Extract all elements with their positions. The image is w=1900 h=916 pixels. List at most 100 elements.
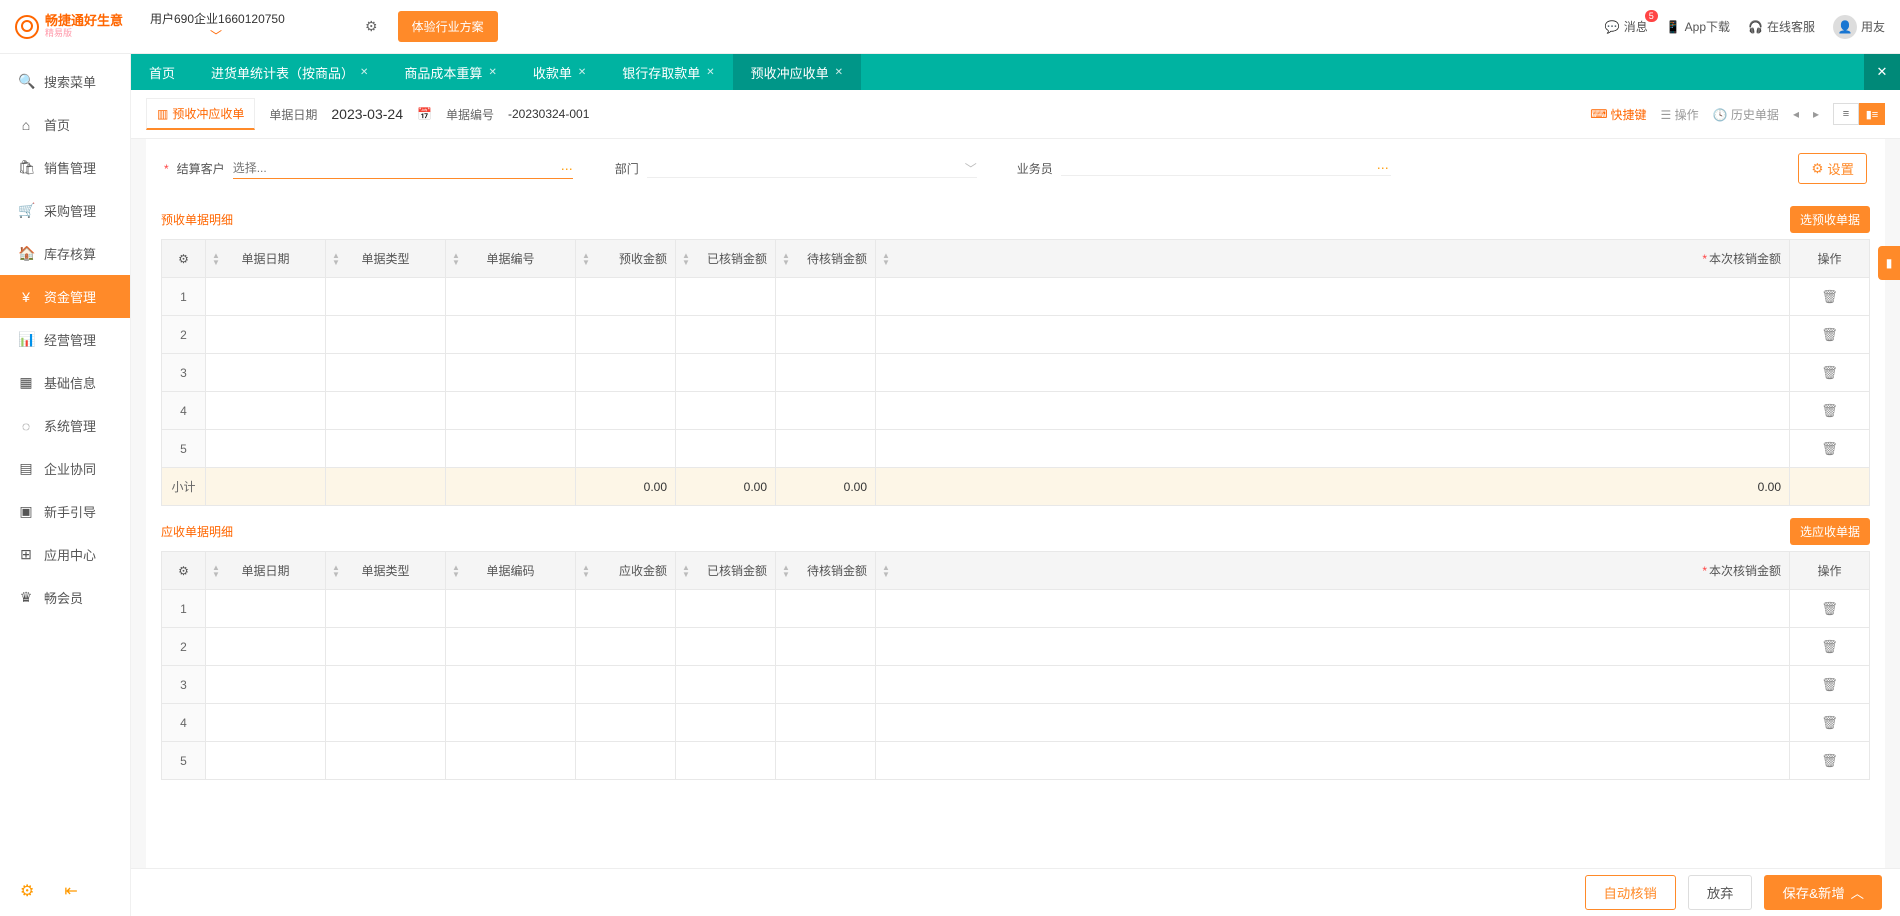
table-row[interactable]: 1🗑 bbox=[162, 278, 1870, 316]
support-link[interactable]: 🎧 在线客服 bbox=[1748, 18, 1815, 35]
delete-icon[interactable]: 🗑 bbox=[1821, 365, 1838, 380]
settings-icon[interactable]: ⚙ bbox=[365, 18, 378, 35]
table-row[interactable]: 4🗑 bbox=[162, 392, 1870, 430]
history-link[interactable]: 🕓 历史单据 bbox=[1713, 106, 1779, 123]
pick-prepay-button[interactable]: 选预收单据 bbox=[1790, 206, 1870, 233]
sidebar-item-5[interactable]: ¥资金管理 bbox=[0, 275, 130, 318]
delete-icon[interactable]: 🗑 bbox=[1821, 639, 1838, 654]
sidebar-item-8[interactable]: ◌系统管理 bbox=[0, 404, 130, 447]
logo-icon bbox=[15, 15, 39, 39]
close-icon[interactable]: ✕ bbox=[360, 67, 368, 78]
tenant-select[interactable]: 用户690企业1660120750 ﹀ bbox=[150, 10, 350, 44]
col-prepay[interactable]: ▲▼预收金额 bbox=[576, 240, 676, 278]
table-row[interactable]: 2🗑 bbox=[162, 316, 1870, 354]
messages-link[interactable]: 💬 消息 5 bbox=[1605, 18, 1648, 35]
view-card-icon[interactable]: ▮≡ bbox=[1859, 103, 1885, 125]
sidebar-item-3[interactable]: 🛒采购管理 bbox=[0, 189, 130, 232]
sidebar-item-1[interactable]: ⌂首页 bbox=[0, 103, 130, 146]
tab-label: 预收冲应收单 bbox=[751, 63, 829, 82]
dept-select[interactable]: ﹀ bbox=[647, 160, 977, 178]
table-row[interactable]: 1🗑 bbox=[162, 590, 1870, 628]
col-date[interactable]: ▲▼单据日期 bbox=[206, 240, 326, 278]
col-pending[interactable]: ▲▼待核销金额 bbox=[776, 552, 876, 590]
sidebar-item-10[interactable]: ▣新手引导 bbox=[0, 490, 130, 533]
tab-2[interactable]: 商品成本重算✕ bbox=[386, 54, 514, 90]
col-receivable[interactable]: ▲▼应收金额 bbox=[576, 552, 676, 590]
auto-writeoff-button[interactable]: 自动核销 bbox=[1585, 875, 1676, 910]
tab-3[interactable]: 收款单✕ bbox=[515, 54, 604, 90]
col-date[interactable]: ▲▼单据日期 bbox=[206, 552, 326, 590]
sidebar-settings-icon[interactable]: ⚙ bbox=[20, 881, 34, 901]
document-type-tab[interactable]: ▥ 预收冲应收单 bbox=[146, 98, 255, 130]
pick-receivable-button[interactable]: 选应收单据 bbox=[1790, 518, 1870, 545]
sidebar-item-0[interactable]: 🔍搜索菜单 bbox=[0, 60, 130, 103]
customer-input[interactable] bbox=[233, 158, 573, 179]
close-all-tabs[interactable]: ✕ bbox=[1864, 54, 1900, 90]
code-label: 单据编号 bbox=[446, 106, 494, 123]
chevron-up-icon: ︿ bbox=[1851, 883, 1864, 902]
sidebar-item-4[interactable]: 🏠库存核算 bbox=[0, 232, 130, 275]
side-drawer-tab[interactable]: ▮ bbox=[1878, 246, 1900, 280]
operate-link[interactable]: ☰ 操作 bbox=[1661, 106, 1699, 123]
delete-icon[interactable]: 🗑 bbox=[1821, 289, 1838, 304]
col-code[interactable]: ▲▼单据编码 bbox=[446, 552, 576, 590]
app-download-link[interactable]: 📱 App下载 bbox=[1666, 18, 1730, 35]
save-new-button[interactable]: 保存&新增︿ bbox=[1764, 875, 1882, 910]
delete-icon[interactable]: 🗑 bbox=[1821, 327, 1838, 342]
col-type[interactable]: ▲▼单据类型 bbox=[326, 240, 446, 278]
table-row[interactable]: 2🗑 bbox=[162, 628, 1870, 666]
table-row[interactable]: 3🗑 bbox=[162, 354, 1870, 392]
col-settings[interactable]: ⚙ bbox=[162, 552, 206, 590]
prev-icon[interactable]: ◂ bbox=[1793, 107, 1799, 121]
col-type[interactable]: ▲▼单据类型 bbox=[326, 552, 446, 590]
col-this[interactable]: ▲▼*本次核销金额 bbox=[876, 240, 1790, 278]
table-row[interactable]: 5🗑 bbox=[162, 430, 1870, 468]
trial-button[interactable]: 体验行业方案 bbox=[398, 11, 498, 42]
col-pending[interactable]: ▲▼待核销金额 bbox=[776, 240, 876, 278]
sidebar-item-12[interactable]: ♛畅会员 bbox=[0, 576, 130, 619]
sidebar-item-6[interactable]: 📊经营管理 bbox=[0, 318, 130, 361]
user-name: 用友 bbox=[1861, 18, 1885, 35]
sidebar-icon: 🛍 bbox=[18, 159, 34, 176]
sidebar-collapse-icon[interactable]: ⇤ bbox=[64, 881, 77, 901]
sidebar-item-2[interactable]: 🛍销售管理 bbox=[0, 146, 130, 189]
close-icon[interactable]: ✕ bbox=[835, 67, 843, 78]
table-row[interactable]: 5🗑 bbox=[162, 742, 1870, 780]
calendar-icon[interactable]: 📅 bbox=[417, 107, 432, 121]
sidebar-item-9[interactable]: ▤企业协同 bbox=[0, 447, 130, 490]
delete-icon[interactable]: 🗑 bbox=[1821, 601, 1838, 616]
next-icon[interactable]: ▸ bbox=[1813, 107, 1819, 121]
col-written[interactable]: ▲▼已核销金额 bbox=[676, 552, 776, 590]
sidebar-label: 库存核算 bbox=[44, 244, 96, 263]
shortcut-link[interactable]: ⌨快捷键 bbox=[1590, 106, 1646, 123]
document-date[interactable]: 2023-03-24 bbox=[331, 106, 403, 122]
delete-icon[interactable]: 🗑 bbox=[1821, 677, 1838, 692]
delete-icon[interactable]: 🗑 bbox=[1821, 715, 1838, 730]
delete-icon[interactable]: 🗑 bbox=[1821, 441, 1838, 456]
settings-button[interactable]: ⚙设置 bbox=[1798, 153, 1867, 184]
col-code[interactable]: ▲▼单据编号 bbox=[446, 240, 576, 278]
sales-select[interactable]: ⋯ bbox=[1061, 161, 1391, 176]
tab-0[interactable]: 首页 bbox=[131, 54, 193, 90]
close-icon[interactable]: ✕ bbox=[706, 67, 714, 78]
tab-5[interactable]: 预收冲应收单 ✕ bbox=[733, 54, 861, 90]
customer-lookup-icon[interactable]: ⋯ bbox=[561, 162, 575, 176]
sidebar-label: 基础信息 bbox=[44, 373, 96, 392]
table-row[interactable]: 4🗑 bbox=[162, 704, 1870, 742]
discard-button[interactable]: 放弃 bbox=[1688, 875, 1753, 910]
sidebar-label: 新手引导 bbox=[44, 502, 96, 521]
close-icon[interactable]: ✕ bbox=[488, 67, 496, 78]
tab-1[interactable]: 进货单统计表（按商品）✕ bbox=[193, 54, 386, 90]
table-row[interactable]: 3🗑 bbox=[162, 666, 1870, 704]
sidebar-item-7[interactable]: ▦基础信息 bbox=[0, 361, 130, 404]
col-this[interactable]: ▲▼*本次核销金额 bbox=[876, 552, 1790, 590]
delete-icon[interactable]: 🗑 bbox=[1821, 403, 1838, 418]
tab-4[interactable]: 银行存取款单✕ bbox=[604, 54, 732, 90]
user-menu[interactable]: 👤 用友 bbox=[1833, 15, 1885, 39]
delete-icon[interactable]: 🗑 bbox=[1821, 753, 1838, 768]
close-icon[interactable]: ✕ bbox=[578, 67, 586, 78]
col-written[interactable]: ▲▼已核销金额 bbox=[676, 240, 776, 278]
view-list-icon[interactable]: ≡ bbox=[1833, 103, 1859, 125]
col-settings[interactable]: ⚙ bbox=[162, 240, 206, 278]
sidebar-item-11[interactable]: ⊞应用中心 bbox=[0, 533, 130, 576]
